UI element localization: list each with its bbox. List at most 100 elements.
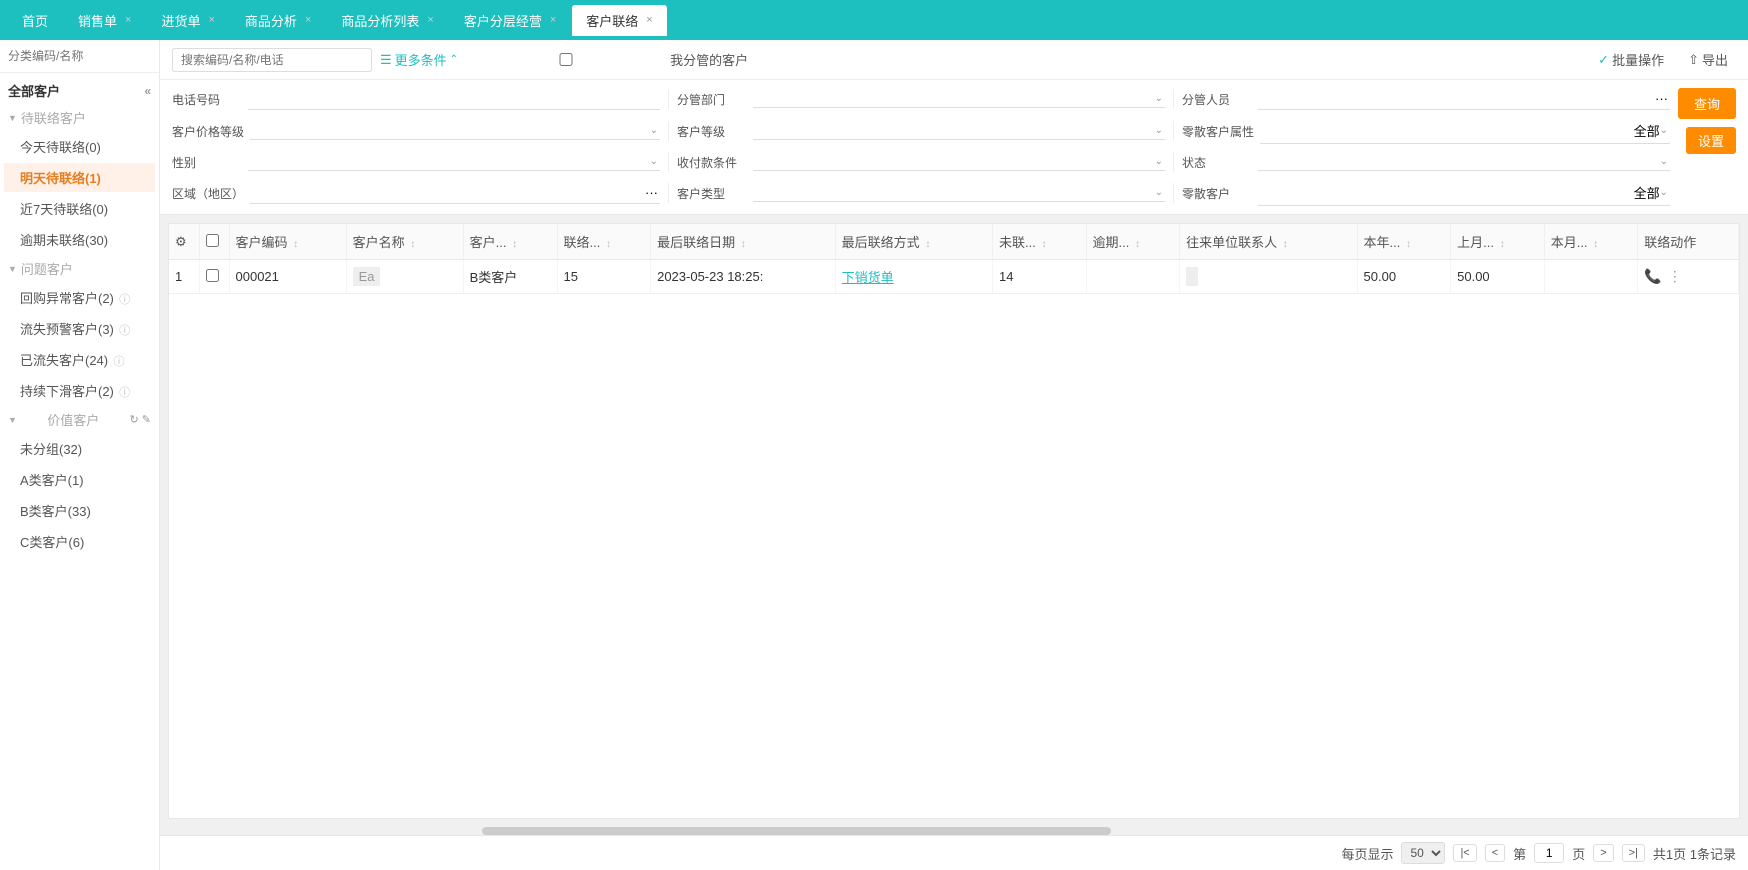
th-last-contact-method[interactable]: 最后联络方式 ↕ [835, 224, 992, 260]
retail-customer-chevron-down-icon: ⌄ [1660, 187, 1668, 198]
last-page-btn[interactable]: >| [1622, 844, 1645, 862]
td-current-month [1544, 260, 1638, 294]
th-last-contact-date[interactable]: 最后联络日期 ↕ [651, 224, 836, 260]
nav-sales[interactable]: 销售单 × [64, 5, 145, 36]
settings-button[interactable]: 设置 [1686, 127, 1736, 154]
first-page-btn[interactable]: |< [1453, 844, 1476, 862]
sidebar-item-declining[interactable]: 持续下滑客户(2) ⓘ [4, 376, 155, 405]
nav-purchase[interactable]: 进货单 × [147, 5, 228, 36]
nav-home[interactable]: 首页 [8, 5, 62, 36]
page-label: 第 [1513, 844, 1526, 863]
status-select[interactable]: ⌄ [1258, 153, 1670, 171]
sidebar-item-churn-warning[interactable]: 流失预警客户(3) ⓘ [4, 314, 155, 343]
nav-product-analysis[interactable]: 商品分析 × [231, 5, 325, 36]
price-level-select[interactable]: ⌄ [250, 122, 660, 140]
th-overdue[interactable]: 逾期... ↕ [1086, 224, 1180, 260]
th-last-month[interactable]: 上月... ↕ [1451, 224, 1545, 260]
th-settings[interactable]: ⚙ [169, 224, 199, 260]
payment-chevron-down-icon: ⌄ [1155, 156, 1163, 167]
page-size-select[interactable]: 50 [1401, 842, 1445, 864]
sidebar-item-a-customers[interactable]: A类客户(1) [4, 465, 155, 494]
person-field: 分管人员 ··· [1182, 88, 1670, 110]
nav-customer-layering-close[interactable]: × [550, 14, 556, 26]
chevron-up-icon: ⌃ [450, 54, 458, 65]
retail-attr-value: 全部 [1634, 121, 1660, 140]
nav-customer-contact[interactable]: 客户联络 × [572, 5, 666, 36]
td-current-year: 50.00 [1357, 260, 1451, 294]
th-current-year[interactable]: 本年... ↕ [1357, 224, 1451, 260]
sidebar-item-c-customers[interactable]: C类客户(6) [4, 527, 155, 556]
horizontal-scrollbar[interactable] [168, 827, 1740, 835]
sidebar-pending-group-label: 待联络客户 [21, 108, 86, 127]
export-btn[interactable]: ⇧ 导出 [1680, 46, 1736, 73]
settings-icon[interactable]: ⚙ [175, 234, 187, 249]
retail-customer-select[interactable]: 全部 ⌄ [1258, 180, 1670, 206]
sort-icon-year: ↕ [1406, 239, 1411, 250]
th-customer-name[interactable]: 客户名称 ↕ [346, 224, 463, 260]
my-customers-check[interactable]: 我分管的客户 [466, 50, 748, 69]
sidebar-item-churned[interactable]: 已流失客户(24) ⓘ [4, 345, 155, 374]
person-select[interactable]: ··· [1258, 88, 1670, 110]
dept-select[interactable]: ⌄ [753, 90, 1165, 108]
th-current-month[interactable]: 本月... ↕ [1544, 224, 1638, 260]
sort-icon-date: ↕ [741, 239, 746, 250]
current-page-input[interactable] [1534, 843, 1564, 863]
retail-attr-select[interactable]: 全部 ⌄ [1260, 118, 1670, 144]
sidebar-item-ungrouped[interactable]: 未分组(32) [4, 434, 155, 463]
th-contact-person[interactable]: 往来单位联系人 ↕ [1180, 224, 1357, 260]
sort-icon-month: ↕ [1593, 239, 1598, 250]
th-contact-count[interactable]: 联络... ↕ [557, 224, 651, 260]
sort-icon-method: ↕ [925, 239, 930, 250]
nav-sales-label: 销售单 [78, 11, 117, 30]
scrollbar-thumb[interactable] [482, 827, 1111, 835]
phone-label: 电话号码 [172, 91, 242, 108]
sidebar-item-b-customers[interactable]: B类客户(33) [4, 496, 155, 525]
nav-product-analysis-list[interactable]: 商品分析列表 × [327, 5, 447, 36]
sidebar-item-abnormal-repurchase[interactable]: 回购异常客户(2) ⓘ [4, 283, 155, 312]
sort-icon-contact: ↕ [606, 239, 611, 250]
nav-customer-contact-close[interactable]: × [646, 14, 652, 26]
more-conditions-btn[interactable]: ☰ 更多条件 ⌃ [380, 50, 458, 69]
prev-page-btn[interactable]: < [1485, 844, 1505, 862]
sidebar-item-today-pending[interactable]: 今天待联络(0) [4, 132, 155, 161]
phone-input[interactable] [248, 89, 660, 110]
batch-operation-btn[interactable]: ✓ 批量操作 [1590, 46, 1672, 73]
sidebar-search-input[interactable] [8, 49, 163, 63]
nav-product-analysis-close[interactable]: × [305, 14, 311, 26]
query-button[interactable]: 查询 [1678, 88, 1736, 119]
sidebar-all-customers[interactable]: 全部客户 « [0, 73, 159, 104]
customer-level-chevron-down-icon: ⌄ [1155, 125, 1163, 136]
region-select[interactable]: ··· [250, 182, 660, 204]
top-navigation: 首页 销售单 × 进货单 × 商品分析 × 商品分析列表 × 客户分层经营 × … [0, 0, 1748, 40]
my-customers-checkbox[interactable] [466, 53, 666, 66]
search-input[interactable] [172, 48, 372, 72]
th-customer-code[interactable]: 客户编码 ↕ [229, 224, 346, 260]
gender-select[interactable]: ⌄ [248, 153, 660, 171]
nav-customer-layering[interactable]: 客户分层经营 × [450, 5, 570, 36]
gender-label: 性别 [172, 154, 242, 171]
dept-field: 分管部门 ⌄ [677, 90, 1165, 108]
th-unlinked[interactable]: 未联... ↕ [992, 224, 1086, 260]
contact-method-link[interactable]: 下销货单 [842, 270, 894, 285]
sidebar-item-7days-pending[interactable]: 近7天待联络(0) [4, 194, 155, 223]
sidebar-collapse-icon[interactable]: « [144, 84, 151, 98]
payment-select[interactable]: ⌄ [753, 153, 1165, 171]
next-page-btn[interactable]: > [1593, 844, 1613, 862]
retail-attr-field: 零散客户属性 全部 ⌄ [1182, 118, 1670, 144]
customer-type-select[interactable]: ⌄ [753, 184, 1165, 202]
select-all-checkbox[interactable] [206, 234, 219, 247]
sidebar-item-tomorrow-pending[interactable]: 明天待联络(1) [4, 163, 155, 192]
sidebar-item-overdue-pending[interactable]: 逾期未联络(30) [4, 225, 155, 254]
row-checkbox[interactable] [206, 269, 219, 282]
info-icon-1: ⓘ [119, 325, 130, 337]
nav-purchase-close[interactable]: × [208, 14, 214, 26]
customer-level-select[interactable]: ⌄ [753, 122, 1165, 140]
th-customer-type[interactable]: 客户... ↕ [463, 224, 557, 260]
more-action-icon[interactable]: ⋮ [1668, 268, 1682, 285]
td-unlinked: 14 [992, 260, 1086, 294]
sidebar-value-refresh-icon[interactable]: ↻ ✎ [130, 413, 152, 426]
price-level-field: 客户价格等级 ⌄ [172, 122, 660, 140]
nav-product-analysis-list-close[interactable]: × [427, 14, 433, 26]
nav-sales-close[interactable]: × [125, 14, 131, 26]
call-action-icon[interactable]: 📞 [1644, 268, 1661, 285]
